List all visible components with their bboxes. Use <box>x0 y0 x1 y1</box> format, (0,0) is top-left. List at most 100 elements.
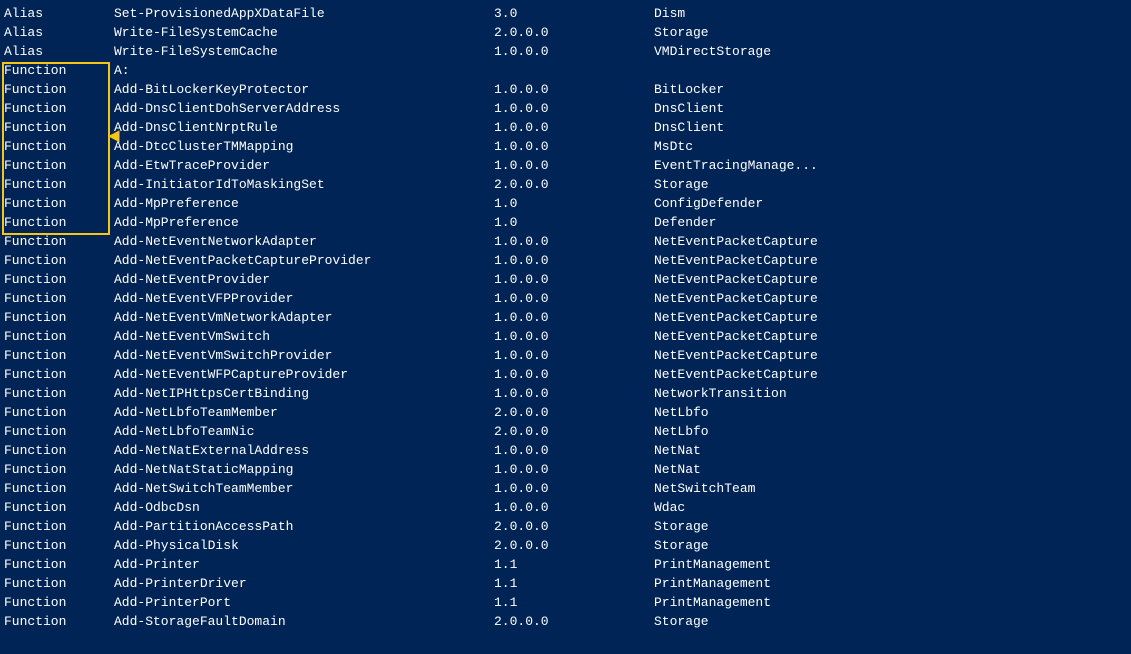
name-cell: Add-BitLockerKeyProtector <box>114 80 494 99</box>
module-cell: BitLocker <box>654 80 1127 99</box>
table-row: FunctionAdd-NetLbfoTeamMember2.0.0.0NetL… <box>0 403 1131 422</box>
type-cell: Alias <box>4 23 114 42</box>
type-cell: Function <box>4 156 114 175</box>
type-cell: Alias <box>4 4 114 23</box>
version-cell: 2.0.0.0 <box>494 517 654 536</box>
type-cell: Function <box>4 251 114 270</box>
table-row: FunctionA: <box>0 61 1131 80</box>
module-cell: NetEventPacketCapture <box>654 327 1127 346</box>
name-cell: Add-NetEventPacketCaptureProvider <box>114 251 494 270</box>
type-cell: Alias <box>4 42 114 61</box>
version-cell: 1.0.0.0 <box>494 232 654 251</box>
name-cell: Add-NetEventWFPCaptureProvider <box>114 365 494 384</box>
name-cell: Add-EtwTraceProvider <box>114 156 494 175</box>
name-cell: Add-PhysicalDisk <box>114 536 494 555</box>
module-cell: MsDtc <box>654 137 1127 156</box>
type-cell: Function <box>4 555 114 574</box>
type-cell: Function <box>4 536 114 555</box>
name-cell: Set-ProvisionedAppXDataFile <box>114 4 494 23</box>
name-cell: Add-DnsClientDohServerAddress <box>114 99 494 118</box>
table-row: FunctionAdd-InitiatorIdToMaskingSet2.0.0… <box>0 175 1131 194</box>
table-row: FunctionAdd-DtcClusterTMMapping1.0.0.0Ms… <box>0 137 1131 156</box>
module-cell: NetEventPacketCapture <box>654 308 1127 327</box>
type-cell: Function <box>4 460 114 479</box>
name-cell: Add-NetNatExternalAddress <box>114 441 494 460</box>
name-cell: Add-NetEventVmNetworkAdapter <box>114 308 494 327</box>
type-cell: Function <box>4 175 114 194</box>
version-cell: 2.0.0.0 <box>494 403 654 422</box>
module-cell: Storage <box>654 536 1127 555</box>
module-cell: PrintManagement <box>654 555 1127 574</box>
version-cell: 1.0.0.0 <box>494 308 654 327</box>
version-cell: 1.0.0.0 <box>494 118 654 137</box>
type-cell: Function <box>4 479 114 498</box>
version-cell: 3.0 <box>494 4 654 23</box>
module-cell: NetLbfo <box>654 422 1127 441</box>
table-row: FunctionAdd-NetEventVmSwitchProvider1.0.… <box>0 346 1131 365</box>
type-cell: Function <box>4 270 114 289</box>
type-cell: Function <box>4 61 114 80</box>
version-cell: 1.0.0.0 <box>494 384 654 403</box>
name-cell: A: <box>114 61 494 80</box>
version-cell: 1.0.0.0 <box>494 289 654 308</box>
table-row: FunctionAdd-NetEventVmSwitch1.0.0.0NetEv… <box>0 327 1131 346</box>
version-cell: 2.0.0.0 <box>494 422 654 441</box>
table-row: FunctionAdd-NetIPHttpsCertBinding1.0.0.0… <box>0 384 1131 403</box>
name-cell: Add-InitiatorIdToMaskingSet <box>114 175 494 194</box>
table-row: AliasWrite-FileSystemCache2.0.0.0Storage <box>0 23 1131 42</box>
table-row: FunctionAdd-EtwTraceProvider1.0.0.0Event… <box>0 156 1131 175</box>
module-cell: PrintManagement <box>654 593 1127 612</box>
table-row: FunctionAdd-DnsClientNrptRule1.0.0.0DnsC… <box>0 118 1131 137</box>
module-cell: NetEventPacketCapture <box>654 346 1127 365</box>
terminal-window: ◄ AliasSet-ProvisionedAppXDataFile3.0Dis… <box>0 0 1131 654</box>
table-row: FunctionAdd-NetSwitchTeamMember1.0.0.0Ne… <box>0 479 1131 498</box>
type-cell: Function <box>4 99 114 118</box>
name-cell: Add-OdbcDsn <box>114 498 494 517</box>
module-cell: NetEventPacketCapture <box>654 365 1127 384</box>
table-row: FunctionAdd-NetEventVmNetworkAdapter1.0.… <box>0 308 1131 327</box>
name-cell: Add-DtcClusterTMMapping <box>114 137 494 156</box>
name-cell: Add-DnsClientNrptRule <box>114 118 494 137</box>
module-cell: Storage <box>654 612 1127 631</box>
table-row: FunctionAdd-NetEventVFPProvider1.0.0.0Ne… <box>0 289 1131 308</box>
name-cell: Add-PartitionAccessPath <box>114 517 494 536</box>
module-cell: VMDirectStorage <box>654 42 1127 61</box>
type-cell: Function <box>4 289 114 308</box>
module-cell: DnsClient <box>654 99 1127 118</box>
module-cell: Dism <box>654 4 1127 23</box>
type-cell: Function <box>4 498 114 517</box>
type-cell: Function <box>4 441 114 460</box>
type-cell: Function <box>4 213 114 232</box>
table-row: FunctionAdd-MpPreference1.0Defender <box>0 213 1131 232</box>
module-cell: DnsClient <box>654 118 1127 137</box>
version-cell: 1.0.0.0 <box>494 460 654 479</box>
version-cell: 1.0.0.0 <box>494 251 654 270</box>
name-cell: Add-NetLbfoTeamMember <box>114 403 494 422</box>
table-row: FunctionAdd-NetEventPacketCaptureProvide… <box>0 251 1131 270</box>
module-cell: Storage <box>654 23 1127 42</box>
table-row: FunctionAdd-NetEventNetworkAdapter1.0.0.… <box>0 232 1131 251</box>
version-cell: 1.1 <box>494 593 654 612</box>
name-cell: Add-NetNatStaticMapping <box>114 460 494 479</box>
module-cell: NetNat <box>654 441 1127 460</box>
name-cell: Add-NetEventVmSwitchProvider <box>114 346 494 365</box>
name-cell: Add-PrinterDriver <box>114 574 494 593</box>
table-row: FunctionAdd-PrinterDriver1.1PrintManagem… <box>0 574 1131 593</box>
type-cell: Function <box>4 612 114 631</box>
type-cell: Function <box>4 327 114 346</box>
version-cell: 1.0 <box>494 213 654 232</box>
version-cell: 1.0.0.0 <box>494 42 654 61</box>
table-row: FunctionAdd-PartitionAccessPath2.0.0.0St… <box>0 517 1131 536</box>
name-cell: Add-NetEventNetworkAdapter <box>114 232 494 251</box>
table-row: FunctionAdd-BitLockerKeyProtector1.0.0.0… <box>0 80 1131 99</box>
table-row: FunctionAdd-DnsClientDohServerAddress1.0… <box>0 99 1131 118</box>
type-cell: Function <box>4 384 114 403</box>
module-cell: Storage <box>654 175 1127 194</box>
table-row: AliasWrite-FileSystemCache1.0.0.0VMDirec… <box>0 42 1131 61</box>
table-row: FunctionAdd-OdbcDsn1.0.0.0Wdac <box>0 498 1131 517</box>
module-cell: NetEventPacketCapture <box>654 289 1127 308</box>
table-row: FunctionAdd-NetNatExternalAddress1.0.0.0… <box>0 441 1131 460</box>
version-cell: 2.0.0.0 <box>494 175 654 194</box>
type-cell: Function <box>4 194 114 213</box>
module-cell: Wdac <box>654 498 1127 517</box>
